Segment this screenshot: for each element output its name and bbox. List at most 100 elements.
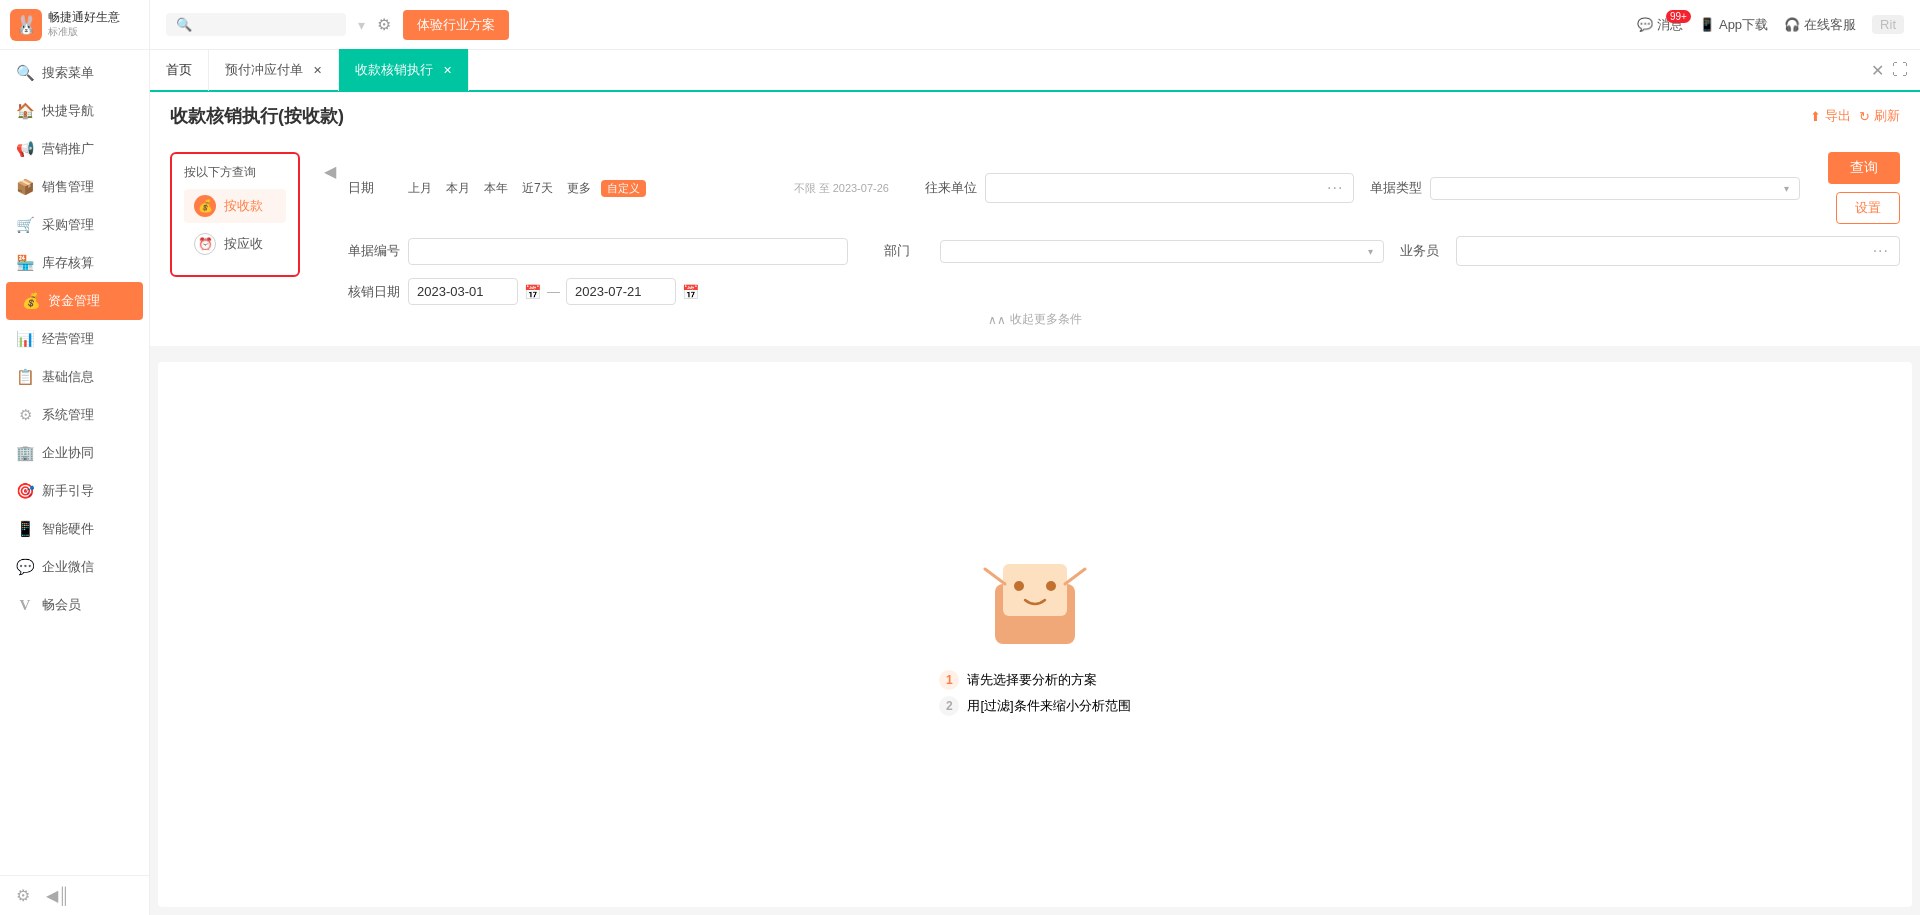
date-custom-badge[interactable]: 自定义 [601, 180, 646, 197]
writeoff-date-from[interactable] [408, 278, 518, 305]
sidebar-item-finance[interactable]: 💰 资金管理 [6, 282, 143, 320]
settings-icon[interactable]: ⚙ [16, 886, 30, 905]
topbar-dropdown-icon[interactable]: ▾ [358, 17, 365, 33]
refresh-button[interactable]: ↻ 刷新 [1859, 107, 1900, 125]
query-option-by-receivable[interactable]: ⏰ 按应收 [184, 227, 286, 261]
tab-home[interactable]: 首页 [150, 49, 209, 91]
close-tab-button[interactable]: ✕ [1871, 61, 1884, 80]
sidebar-item-vip[interactable]: V 畅会员 [0, 586, 149, 624]
sidebar-item-marketing[interactable]: 📢 营销推广 [0, 130, 149, 168]
tab-prepaid-close[interactable]: ✕ [313, 64, 322, 77]
app-download-button[interactable]: 📱 App下载 [1699, 16, 1768, 34]
by-collection-icon: 💰 [194, 195, 216, 217]
sidebar-bottom: ⚙ ◀║ [0, 875, 149, 915]
hint-number-2: 2 [939, 696, 959, 716]
date-shortcuts: 上月 本月 本年 近7天 更多 自定义 [404, 178, 646, 199]
date-7-days[interactable]: 近7天 [518, 178, 557, 199]
date-last-month[interactable]: 上月 [404, 178, 436, 199]
collapse-more-button[interactable]: ∧∧ 收起更多条件 [988, 311, 1082, 328]
sales-icon: 📦 [16, 178, 34, 196]
writeoff-date-to[interactable] [566, 278, 676, 305]
sidebar-item-operations[interactable]: 📊 经营管理 [0, 320, 149, 358]
main-area: 🔍 ▾ ⚙ 体验行业方案 💬 消息 99+ 📱 App下载 🎧 在线客服 Rit [150, 0, 1920, 915]
sidebar-item-inventory[interactable]: 🏪 库存核算 [0, 244, 149, 282]
enterprise-icon: 🏢 [16, 444, 34, 462]
sidebar-item-label: 营销推广 [42, 140, 94, 158]
guide-icon: 🎯 [16, 482, 34, 500]
counterparty-dots[interactable]: ··· [1327, 179, 1343, 197]
tab-home-label: 首页 [166, 61, 192, 79]
tab-prepaid[interactable]: 预付冲应付单 ✕ [209, 49, 339, 91]
sidebar-nav: 🔍 搜索菜单 🏠 快捷导航 📢 营销推广 📦 销售管理 🛒 采购管理 🏪 库存核… [0, 50, 149, 875]
sidebar-item-sales[interactable]: 📦 销售管理 [0, 168, 149, 206]
query-button[interactable]: 查询 [1828, 152, 1900, 184]
writeoff-date-from-icon[interactable]: 📅 [524, 284, 541, 300]
doc-number-label: 单据编号 [348, 242, 400, 260]
sidebar-item-guide[interactable]: 🎯 新手引导 [0, 472, 149, 510]
filter-writeoff-date: 核销日期 📅 — 📅 [348, 278, 1900, 305]
sidebar-item-purchase[interactable]: 🛒 采购管理 [0, 206, 149, 244]
tab-collection[interactable]: 收款核销执行 ✕ [339, 49, 469, 91]
topbar-search-area[interactable]: 🔍 [166, 13, 346, 36]
tab-collection-close[interactable]: ✕ [443, 64, 452, 77]
sidebar-item-enterprise[interactable]: 🏢 企业协同 [0, 434, 149, 472]
sidebar-item-basics[interactable]: 📋 基础信息 [0, 358, 149, 396]
page-header: 收款核销执行(按收款) ⬆ 导出 ↻ 刷新 [150, 92, 1920, 140]
empty-hint-1-text: 请先选择要分析的方案 [967, 671, 1097, 689]
tab-prepaid-label: 预付冲应付单 [225, 61, 303, 79]
online-service-label: 在线客服 [1804, 16, 1856, 34]
message-badge: 99+ [1666, 10, 1691, 23]
writeoff-date-to-icon[interactable]: 📅 [682, 284, 699, 300]
salesperson-dots[interactable]: ··· [1873, 242, 1889, 260]
filter-date: 日期 上月 本月 本年 近7天 更多 自定义 [348, 178, 778, 199]
counterparty-select[interactable]: ··· [985, 173, 1355, 203]
industry-solution-button[interactable]: 体验行业方案 [403, 10, 509, 40]
all-filters-container: 按以下方查询 💰 按收款 ⏰ 按应收 ◀ [170, 152, 1900, 305]
svg-point-2 [1014, 581, 1024, 591]
query-option-by-collection[interactable]: 💰 按收款 [184, 189, 286, 223]
date-more[interactable]: 更多 [563, 178, 595, 199]
filter-salesperson: 业务员 ··· [1400, 236, 1900, 266]
export-button[interactable]: ⬆ 导出 [1810, 107, 1851, 125]
sidebar-item-hardware[interactable]: 📱 智能硬件 [0, 510, 149, 548]
message-button[interactable]: 💬 消息 99+ [1637, 16, 1683, 34]
by-receivable-icon: ⏰ [194, 233, 216, 255]
expand-tab-button[interactable]: ⛶ [1892, 61, 1908, 79]
sidebar-item-wechat[interactable]: 💬 企业微信 [0, 548, 149, 586]
date-this-year[interactable]: 本年 [480, 178, 512, 199]
app-logo: 🐰 畅捷通好生意 标准版 [0, 0, 149, 50]
date-label: 日期 [348, 179, 396, 197]
sidebar-item-system[interactable]: ⚙ 系统管理 [0, 396, 149, 434]
collapse-more-label: 收起更多条件 [1010, 311, 1082, 328]
wechat-icon: 💬 [16, 558, 34, 576]
page-actions: ⬆ 导出 ↻ 刷新 [1810, 107, 1900, 137]
settings-button[interactable]: 设置 [1836, 192, 1900, 224]
salesperson-select[interactable]: ··· [1456, 236, 1900, 266]
counterparty-label: 往来单位 [925, 179, 977, 197]
collapse-filter-button[interactable]: ◀ [324, 152, 336, 181]
online-service-button[interactable]: 🎧 在线客服 [1784, 16, 1856, 34]
doc-type-select[interactable]: ▾ [1430, 177, 1800, 200]
filter-row-1: 日期 上月 本月 本年 近7天 更多 自定义 不限 至 2023-07-26 [348, 152, 1900, 224]
doc-type-arrow: ▾ [1784, 183, 1789, 194]
doc-number-input[interactable] [408, 238, 848, 265]
system-icon: ⚙ [16, 406, 34, 424]
sidebar-item-quick-nav[interactable]: 🏠 快捷导航 [0, 92, 149, 130]
app-edition: 标准版 [48, 25, 120, 39]
search-menu-icon: 🔍 [16, 64, 34, 82]
date-this-month[interactable]: 本月 [442, 178, 474, 199]
sidebar-item-label: 销售管理 [42, 178, 94, 196]
action-buttons: 查询 设置 [1828, 152, 1900, 224]
filter-counterparty: 往来单位 ··· [925, 173, 1355, 203]
user-name[interactable]: Rit [1872, 15, 1904, 34]
by-receivable-label: 按应收 [224, 235, 263, 253]
svg-line-4 [985, 569, 1005, 584]
sidebar-item-label: 基础信息 [42, 368, 94, 386]
department-select[interactable]: ▾ [940, 240, 1384, 263]
app-name: 畅捷通好生意 [48, 10, 120, 26]
topbar-gear-icon[interactable]: ⚙ [377, 15, 391, 34]
collapse-sidebar-icon[interactable]: ◀║ [46, 886, 69, 905]
sidebar-item-label: 新手引导 [42, 482, 94, 500]
tab-collection-label: 收款核销执行 [355, 61, 433, 79]
sidebar-item-search-menu[interactable]: 🔍 搜索菜单 [0, 54, 149, 92]
